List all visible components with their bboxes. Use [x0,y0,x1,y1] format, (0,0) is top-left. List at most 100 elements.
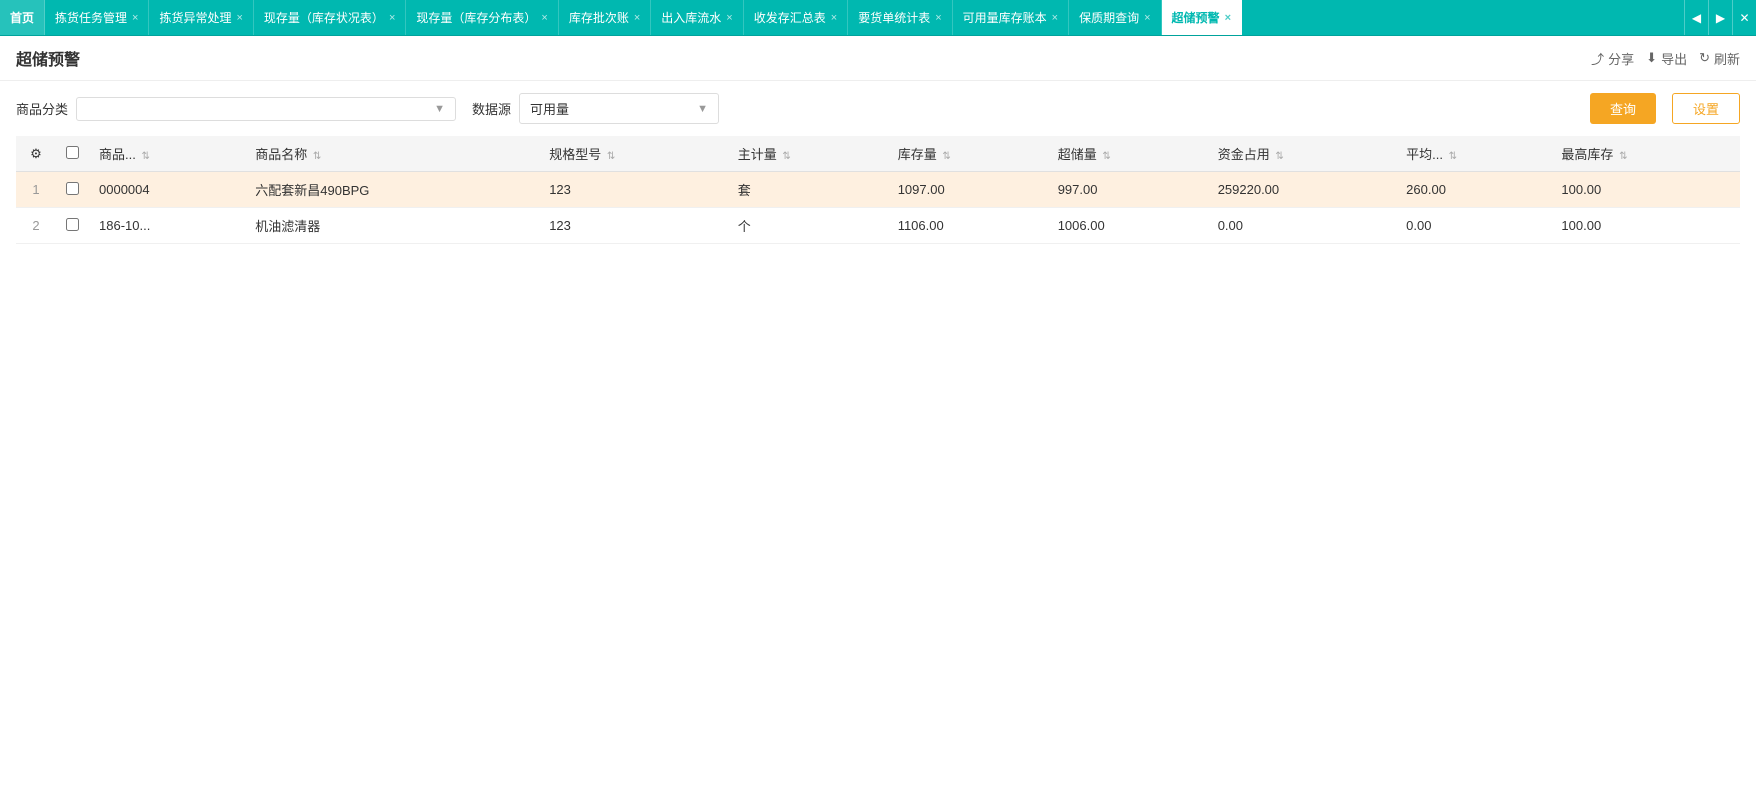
row-1-checkbox-cell[interactable] [56,172,89,208]
datasource-dropdown-icon: ▼ [697,103,708,115]
row-2-stock: 1106.00 [888,208,1048,244]
category-select[interactable]: ▼ [76,97,456,121]
share-icon: ⤴ [1591,49,1604,68]
column-product-name[interactable]: 商品名称 ⇅ [245,136,539,172]
nav-tab-task-mgmt-label: 拣货任务管理 [55,9,127,26]
nav-tab-inventory-status-close[interactable]: × [389,12,395,24]
column-product-code[interactable]: 商品... ⇅ [89,136,245,172]
nav-tab-inout-flow[interactable]: 出入库流水 × [651,0,743,35]
row-2-max-stock: 100.00 [1551,208,1740,244]
overstock-table: ⚙ 商品... ⇅ 商品名称 ⇅ 规格型号 ⇅ 主计量 [16,136,1740,244]
row-2-overstock: 1006.00 [1048,208,1208,244]
nav-tab-overstock[interactable]: 超储预警 × [1162,0,1242,35]
nav-close-button[interactable]: ✕ [1732,0,1756,36]
table-header-row: ⚙ 商品... ⇅ 商品名称 ⇅ 规格型号 ⇅ 主计量 [16,136,1740,172]
nav-tab-receive-send-close[interactable]: × [831,12,837,24]
nav-tab-inout-flow-label: 出入库流水 [661,9,721,26]
table-row: 2 186-10... 机油滤清器 123 个 1106.00 1006.00 … [16,208,1740,244]
nav-tab-quality-label: 保质期查询 [1079,9,1139,26]
row-2-capital: 0.00 [1208,208,1396,244]
nav-tab-inventory-dist-close[interactable]: × [541,12,547,24]
nav-tab-available-account-close[interactable]: × [1052,12,1058,24]
page-header: 超储预警 ⤴ 分享 ⬇ 导出 ↻ 刷新 [0,36,1756,81]
share-label: 分享 [1608,49,1634,68]
nav-tab-available-account[interactable]: 可用量库存账本 × [953,0,1069,35]
column-avg[interactable]: 平均... ⇅ [1396,136,1551,172]
category-dropdown-icon: ▼ [434,103,445,115]
share-button[interactable]: ⤴ 分享 [1591,49,1634,68]
refresh-label: 刷新 [1714,49,1740,68]
nav-tab-batch-label: 库存批次账 [569,9,629,26]
refresh-icon: ↻ [1699,50,1710,66]
filter-row: 商品分类 ▼ 数据源 可用量 ▼ 查询 设置 [0,81,1756,136]
column-overstock[interactable]: 超储量 ⇅ [1048,136,1208,172]
settings-button[interactable]: 设置 [1672,93,1740,124]
row-1-unit: 套 [728,172,888,208]
nav-tab-inventory-dist-label: 现存量（库存分布表） [416,9,536,26]
nav-tab-order-stat-close[interactable]: × [935,12,941,24]
row-1-stock: 1097.00 [888,172,1048,208]
nav-tab-receive-send-label: 收发存汇总表 [754,9,826,26]
sort-icon-max-stock: ⇅ [1619,151,1627,162]
nav-tab-inout-flow-close[interactable]: × [726,12,732,24]
query-button[interactable]: 查询 [1590,93,1656,124]
nav-tab-inventory-dist[interactable]: 现存量（库存分布表） × [406,0,558,35]
column-checkbox[interactable] [56,136,89,172]
sort-icon-product-name: ⇅ [313,151,321,162]
nav-tab-batch-close[interactable]: × [634,12,640,24]
row-2-checkbox[interactable] [66,218,79,231]
nav-tab-task-mgmt[interactable]: 拣货任务管理 × [45,0,149,35]
nav-tab-home-label: 首页 [10,9,34,26]
row-2-product-code: 186-10... [89,208,245,244]
row-1-capital: 259220.00 [1208,172,1396,208]
row-2-checkbox-cell[interactable] [56,208,89,244]
column-capital[interactable]: 资金占用 ⇅ [1208,136,1396,172]
page-title: 超储预警 [16,46,1591,70]
nav-tab-abnormal-label: 拣货异常处理 [159,9,231,26]
category-label: 商品分类 [16,99,68,118]
datasource-select[interactable]: 可用量 ▼ [519,93,719,124]
header-actions: ⤴ 分享 ⬇ 导出 ↻ 刷新 [1591,49,1740,68]
datasource-value: 可用量 [530,99,569,118]
column-spec[interactable]: 规格型号 ⇅ [539,136,727,172]
column-stock[interactable]: 库存量 ⇅ [888,136,1048,172]
row-2-unit: 个 [728,208,888,244]
sort-icon-product-code: ⇅ [141,151,149,162]
nav-tab-quality-close[interactable]: × [1144,12,1150,24]
row-1-checkbox[interactable] [66,182,79,195]
row-1-avg: 260.00 [1396,172,1551,208]
sort-icon-spec: ⇅ [607,151,615,162]
nav-next-button[interactable]: ▶ [1708,0,1732,36]
gear-icon: ⚙ [30,146,42,161]
export-icon: ⬇ [1646,50,1657,66]
nav-tab-receive-send[interactable]: 收发存汇总表 × [744,0,848,35]
export-button[interactable]: ⬇ 导出 [1646,49,1687,68]
nav-tab-quality[interactable]: 保质期查询 × [1069,0,1161,35]
nav-tab-inventory-status[interactable]: 现存量（库存状况表） × [254,0,406,35]
export-label: 导出 [1661,49,1687,68]
row-1-num: 1 [16,172,56,208]
refresh-button[interactable]: ↻ 刷新 [1699,49,1740,68]
nav-tab-order-stat[interactable]: 要货单统计表 × [848,0,952,35]
column-gear[interactable]: ⚙ [16,136,56,172]
nav-tab-abnormal[interactable]: 拣货异常处理 × [149,0,253,35]
sort-icon-overstock: ⇅ [1102,151,1110,162]
nav-arrows: ◀ ▶ ✕ [1684,0,1756,36]
nav-tab-task-mgmt-close[interactable]: × [132,12,138,24]
row-2-spec: 123 [539,208,727,244]
nav-tab-batch[interactable]: 库存批次账 × [559,0,651,35]
nav-tab-home[interactable]: 首页 [0,0,45,35]
datasource-filter: 数据源 可用量 ▼ [472,93,719,124]
nav-tab-inventory-status-label: 现存量（库存状况表） [264,9,384,26]
row-1-product-name: 六配套新昌490BPG [245,172,539,208]
nav-tab-abnormal-close[interactable]: × [236,12,242,24]
column-unit[interactable]: 主计量 ⇅ [728,136,888,172]
row-2-avg: 0.00 [1396,208,1551,244]
select-all-checkbox[interactable] [66,146,79,159]
datasource-label: 数据源 [472,99,511,118]
row-1-product-code: 0000004 [89,172,245,208]
nav-tab-overstock-close[interactable]: × [1225,12,1231,24]
nav-prev-button[interactable]: ◀ [1684,0,1708,36]
column-max-stock[interactable]: 最高库存 ⇅ [1551,136,1740,172]
sort-icon-unit: ⇅ [782,151,790,162]
